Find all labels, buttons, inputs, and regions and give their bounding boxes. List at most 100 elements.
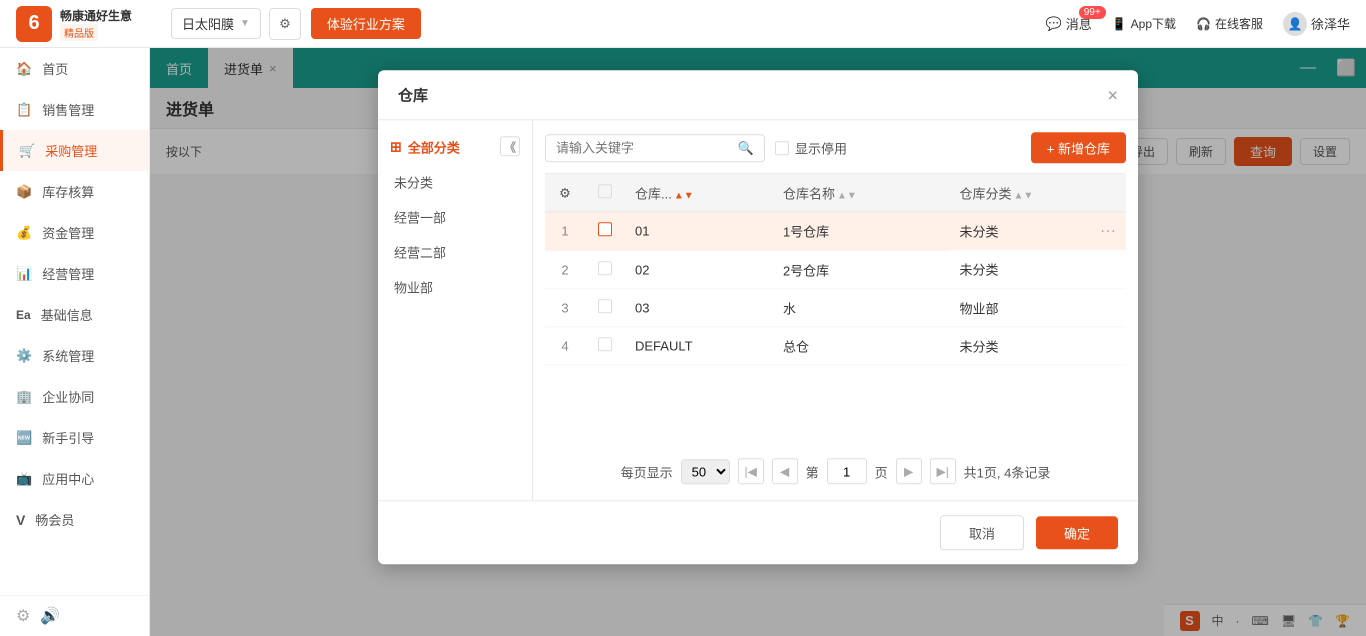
- sidebar-item-system[interactable]: ⚙️ 系统管理: [0, 335, 149, 376]
- sidebar-item-apps[interactable]: 📺 应用中心: [0, 458, 149, 499]
- purchase-icon: 🛒: [19, 143, 35, 159]
- table-row[interactable]: 1 01 1号仓库 未分类 ···: [545, 212, 1126, 251]
- chevron-down-icon: ▼: [240, 18, 250, 29]
- user-button[interactable]: 👤 徐泽华: [1283, 12, 1350, 36]
- member-icon: V: [16, 512, 25, 528]
- more-dots[interactable]: ···: [1100, 222, 1116, 240]
- all-categories-label: 全部分类: [408, 137, 460, 156]
- cat-item-unclassified[interactable]: 未分类: [378, 164, 532, 199]
- sales-icon: 📋: [16, 102, 32, 118]
- category-sidebar: ⊞ 全部分类 《 未分类 经营一部 经营二部 物业部: [378, 120, 533, 500]
- confirm-button[interactable]: 确定: [1036, 516, 1118, 549]
- row-num: 2: [545, 250, 585, 288]
- store-name: 日太阳膜: [182, 14, 234, 33]
- grid-icon: ⊞: [390, 138, 402, 155]
- sidebar-item-guide[interactable]: 🆕 新手引导: [0, 417, 149, 458]
- sidebar-item-sales[interactable]: 📋 销售管理: [0, 89, 149, 130]
- brand-badge: 精品版: [60, 24, 98, 41]
- row-num: 1: [545, 212, 585, 251]
- dialog-footer: 取消 确定: [378, 500, 1138, 564]
- cancel-button[interactable]: 取消: [940, 515, 1024, 550]
- operation-icon: 📊: [16, 266, 32, 282]
- collapse-icon[interactable]: 《: [500, 136, 520, 156]
- sidebar-item-home[interactable]: 🏠 首页: [0, 48, 149, 89]
- message-icon: 💬: [1046, 16, 1062, 32]
- try-button[interactable]: 体验行业方案: [311, 8, 421, 39]
- table-row[interactable]: 4 DEFAULT 总仓 未分类: [545, 326, 1126, 364]
- store-selector[interactable]: 日太阳膜 ▼: [171, 8, 261, 39]
- sidebar-item-operation[interactable]: 📊 经营管理: [0, 253, 149, 294]
- finance-icon: 💰: [16, 225, 32, 241]
- row-checkbox[interactable]: [598, 299, 612, 313]
- cat-item-dept1[interactable]: 经营一部: [378, 199, 532, 234]
- col-code: 仓库...▲▼: [625, 174, 773, 212]
- show-disabled-label: 显示停用: [795, 138, 847, 157]
- main-content: 首页 进货单 × — ⬜ 进货单 按以下 印 导出 刷新 查询 设置: [150, 48, 1366, 636]
- row-checkbox[interactable]: [598, 261, 612, 275]
- volume-icon[interactable]: 🔊: [40, 606, 60, 626]
- avatar-icon: 👤: [1283, 12, 1307, 36]
- page-input[interactable]: [827, 458, 867, 484]
- add-warehouse-button[interactable]: + 新增仓库: [1031, 132, 1126, 163]
- disabled-checkbox[interactable]: [775, 141, 789, 155]
- logo-icon: 6: [16, 6, 52, 42]
- page-label: 页: [875, 462, 888, 481]
- home-icon: 🏠: [16, 61, 32, 77]
- app-label: App下载: [1131, 15, 1176, 32]
- row-checkbox[interactable]: [598, 337, 612, 351]
- apps-icon: 📺: [16, 471, 32, 487]
- user-name: 徐泽华: [1311, 14, 1350, 33]
- headset-icon: 🎧: [1196, 17, 1211, 31]
- close-icon[interactable]: ×: [1107, 86, 1118, 104]
- show-disabled-checkbox[interactable]: 显示停用: [775, 138, 847, 157]
- message-badge: 99+: [1079, 6, 1106, 19]
- col-category: 仓库分类▲▼: [949, 174, 1126, 212]
- col-name: 仓库名称▲▼: [773, 174, 950, 212]
- cat-item-dept2[interactable]: 经营二部: [378, 234, 532, 269]
- enterprise-icon: 🏢: [16, 389, 32, 405]
- sidebar-item-inventory[interactable]: 📦 库存核算: [0, 171, 149, 212]
- message-button[interactable]: 💬 消息 99+: [1046, 14, 1092, 33]
- inventory-icon: 📦: [16, 184, 32, 200]
- table-row[interactable]: 3 03 水 物业部: [545, 288, 1126, 326]
- row-checkbox[interactable]: [598, 223, 612, 237]
- basic-icon: Ea: [16, 308, 31, 322]
- sidebar-item-member[interactable]: V 畅会员: [0, 499, 149, 540]
- sidebar-item-enterprise[interactable]: 🏢 企业协同: [0, 376, 149, 417]
- sidebar: 🏠 首页 📋 销售管理 🛒 采购管理 📦 库存核算 💰 资金管理 📊 经营管理 …: [0, 48, 150, 636]
- search-icon: 🔍: [738, 140, 754, 156]
- col-gear[interactable]: ⚙: [545, 174, 585, 212]
- dialog-header: 仓库 ×: [378, 70, 1138, 120]
- total-label: 共1页, 4条记录: [964, 462, 1051, 481]
- sidebar-item-finance[interactable]: 💰 资金管理: [0, 212, 149, 253]
- col-check[interactable]: [585, 174, 625, 212]
- last-page-btn[interactable]: ▶|: [930, 458, 956, 484]
- per-page-select[interactable]: 50: [681, 459, 730, 484]
- sidebar-item-purchase[interactable]: 🛒 采购管理: [0, 130, 149, 171]
- phone-icon: 📱: [1112, 17, 1127, 31]
- app-download-button[interactable]: 📱 App下载: [1112, 15, 1176, 32]
- row-num: 4: [545, 326, 585, 364]
- dialog-title: 仓库: [398, 84, 428, 105]
- row-num: 3: [545, 288, 585, 326]
- table-row[interactable]: 2 02 2号仓库 未分类: [545, 250, 1126, 288]
- service-button[interactable]: 🎧 在线客服: [1196, 15, 1263, 32]
- gear-button[interactable]: ⚙: [269, 8, 301, 40]
- first-page-btn[interactable]: |◀: [738, 458, 764, 484]
- guide-icon: 🆕: [16, 430, 32, 446]
- all-categories-item[interactable]: ⊞ 全部分类 《: [378, 128, 532, 164]
- dialog-body: ⊞ 全部分类 《 未分类 经营一部 经营二部 物业部 🔍: [378, 120, 1138, 500]
- page-label-pre: 第: [806, 462, 819, 481]
- settings-bottom-icon[interactable]: ⚙: [16, 606, 30, 626]
- system-icon: ⚙️: [16, 348, 32, 364]
- service-label: 在线客服: [1215, 15, 1263, 32]
- pagination: 每页显示 50 |◀ ◀ 第 页 ▶ ▶| 共1页, 4条记录: [545, 442, 1126, 488]
- warehouse-table: ⚙ 仓库...▲▼ 仓库名称▲▼ 仓库分类▲▼: [545, 173, 1126, 365]
- search-input[interactable]: [556, 140, 738, 155]
- sidebar-item-basic[interactable]: Ea 基础信息: [0, 294, 149, 335]
- next-page-btn[interactable]: ▶: [896, 458, 922, 484]
- table-toolbar: 🔍 显示停用 + 新增仓库: [545, 132, 1126, 163]
- prev-page-btn[interactable]: ◀: [772, 458, 798, 484]
- cat-item-property[interactable]: 物业部: [378, 269, 532, 304]
- search-box[interactable]: 🔍: [545, 134, 765, 162]
